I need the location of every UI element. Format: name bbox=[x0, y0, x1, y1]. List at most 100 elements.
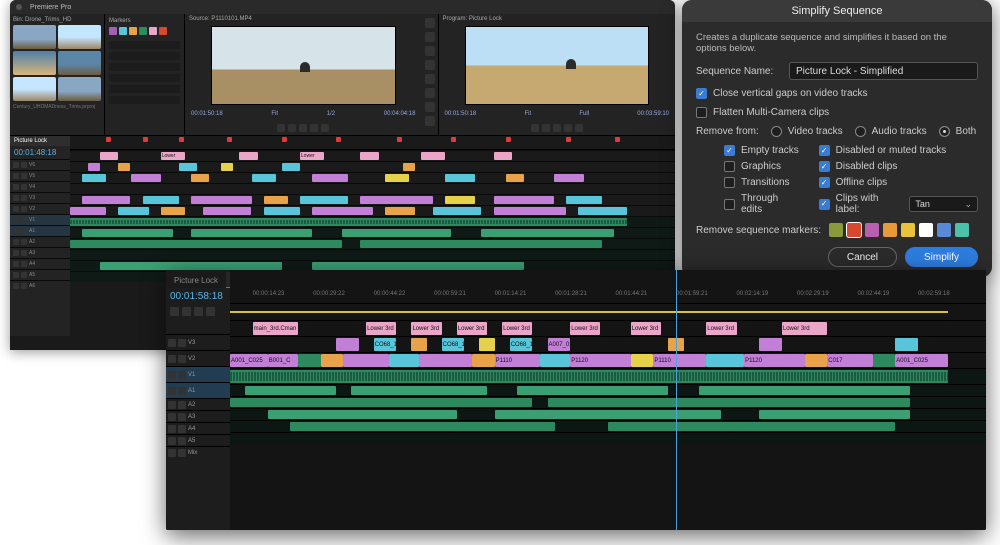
bin-thumbnail[interactable] bbox=[13, 25, 56, 49]
clip[interactable] bbox=[479, 338, 494, 351]
offline-clips-checkbox[interactable]: Offline clips bbox=[819, 177, 978, 188]
program-fit[interactable]: Fit bbox=[524, 111, 531, 117]
tab-picture-lock[interactable]: Picture Lock bbox=[166, 273, 226, 288]
clip[interactable]: A001_C025 bbox=[895, 354, 948, 367]
clip[interactable] bbox=[411, 338, 426, 351]
track-a5[interactable] bbox=[230, 420, 986, 432]
project-panel[interactable]: Bin: Drone_Trims_HD Century_UHDMADness_T… bbox=[10, 14, 105, 135]
clip[interactable]: CO68_10 bbox=[510, 338, 533, 351]
clip[interactable]: Lower 3rd Name bbox=[782, 322, 827, 335]
razor-tool-icon[interactable] bbox=[425, 60, 435, 70]
clip[interactable]: P1110 bbox=[653, 354, 706, 367]
clip[interactable]: main_3rd.Cman bbox=[253, 322, 298, 335]
disabled-clips-checkbox[interactable]: Disabled clips bbox=[819, 161, 978, 172]
clip[interactable]: Lower 3rd bbox=[631, 322, 661, 335]
program-viewport[interactable] bbox=[465, 26, 650, 105]
clip[interactable]: A007_01 bbox=[548, 338, 571, 351]
playhead[interactable] bbox=[676, 270, 677, 530]
track-select-icon[interactable] bbox=[425, 32, 435, 42]
transport-controls[interactable] bbox=[277, 124, 329, 132]
clip[interactable]: P1110 bbox=[495, 354, 540, 367]
timeline2-timecode[interactable]: 00:01:58:18 bbox=[166, 288, 230, 305]
sequence-name-input[interactable]: Picture Lock - Simplified bbox=[789, 62, 978, 80]
clip[interactable] bbox=[389, 354, 419, 367]
track-v3[interactable]: main_3rd.Cman Lower 3rd Lower 3rd Lower … bbox=[230, 320, 986, 336]
clips-with-label-checkbox[interactable]: Clips with label: Tan bbox=[819, 193, 978, 215]
type-tool-icon[interactable] bbox=[425, 116, 435, 126]
work-area-bar[interactable] bbox=[230, 311, 948, 313]
clip[interactable] bbox=[343, 354, 388, 367]
clip[interactable]: C017 bbox=[827, 354, 872, 367]
remove-from-video-radio[interactable]: Video tracks bbox=[771, 126, 843, 137]
clip[interactable] bbox=[419, 354, 472, 367]
track-a3[interactable] bbox=[230, 396, 986, 408]
source-viewport[interactable] bbox=[211, 26, 396, 105]
timeline-tool-icons[interactable] bbox=[166, 305, 230, 318]
track-v1[interactable]: A001_C025 B001_C P1110 P1120 P1110 P1120… bbox=[230, 352, 986, 368]
program-monitor[interactable]: Program: Picture Lock 00:01:50:18 Fit Fu… bbox=[439, 14, 676, 135]
clip[interactable]: Lower 3rd bbox=[570, 322, 600, 335]
label-swatches[interactable] bbox=[109, 27, 180, 35]
source-fit[interactable]: Fit bbox=[271, 111, 278, 117]
track-a2[interactable] bbox=[230, 384, 986, 396]
traffic-light-icon[interactable] bbox=[16, 4, 22, 10]
bin-thumbnail[interactable] bbox=[13, 77, 56, 101]
clip[interactable]: P1120 bbox=[744, 354, 804, 367]
simplified-timeline-panel[interactable]: Picture Lock Picture Lock - Simplified 0… bbox=[166, 270, 986, 530]
bin-thumbnail[interactable] bbox=[13, 51, 56, 75]
time-ruler[interactable] bbox=[70, 136, 675, 150]
bin-thumbnail[interactable] bbox=[58, 77, 101, 101]
clip[interactable] bbox=[805, 354, 828, 367]
pen-tool-icon[interactable] bbox=[425, 88, 435, 98]
clip[interactable] bbox=[631, 354, 654, 367]
clip[interactable] bbox=[472, 354, 495, 367]
flatten-multicam-checkbox[interactable]: Flatten Multi-Camera clips bbox=[696, 107, 978, 118]
clip[interactable] bbox=[321, 354, 344, 367]
remove-from-audio-radio[interactable]: Audio tracks bbox=[855, 126, 927, 137]
cancel-button[interactable]: Cancel bbox=[828, 247, 897, 267]
disabled-muted-tracks-checkbox[interactable]: Disabled or muted tracks bbox=[819, 145, 978, 156]
ripple-edit-icon[interactable] bbox=[425, 46, 435, 56]
clip[interactable] bbox=[540, 354, 570, 367]
clip[interactable]: Lower 3rd bbox=[502, 322, 532, 335]
close-gaps-checkbox[interactable]: Close vertical gaps on video tracks bbox=[696, 88, 978, 99]
source-playback[interactable]: 1/2 bbox=[327, 111, 335, 117]
track-mix[interactable] bbox=[230, 432, 986, 444]
clip[interactable]: Lower 3rd bbox=[457, 322, 487, 335]
transitions-checkbox[interactable]: Transitions bbox=[724, 177, 801, 188]
clip[interactable]: Lower 3rd bbox=[706, 322, 736, 335]
selection-tool-icon[interactable] bbox=[425, 18, 435, 28]
transport-controls[interactable] bbox=[531, 124, 583, 132]
tools-panel[interactable] bbox=[422, 14, 438, 135]
clip[interactable]: Lower 3rd bbox=[366, 322, 396, 335]
time-ruler[interactable]: 00:00:14:23 00:00:29:22 00:00:44:22 00:0… bbox=[230, 288, 986, 304]
remove-from-both-radio[interactable]: Both bbox=[939, 126, 977, 137]
clip[interactable]: A001_C025 bbox=[230, 354, 268, 367]
clip[interactable] bbox=[873, 354, 896, 367]
hand-tool-icon[interactable] bbox=[425, 102, 435, 112]
program-tab[interactable]: Program: Picture Lock bbox=[439, 14, 676, 24]
track-v2[interactable]: CO68_101 CO68_103 CO68_10 A007_01 bbox=[230, 336, 986, 352]
clip[interactable] bbox=[759, 338, 782, 351]
clip[interactable]: CO68_101 bbox=[374, 338, 397, 351]
marker-color-swatches[interactable] bbox=[829, 223, 969, 237]
track-a4[interactable] bbox=[230, 408, 986, 420]
program-playback[interactable]: Full bbox=[579, 111, 589, 117]
clip[interactable] bbox=[298, 354, 321, 367]
clip[interactable] bbox=[336, 338, 359, 351]
sequence-tab[interactable]: Picture Lock bbox=[10, 136, 70, 146]
simplify-button[interactable]: Simplify bbox=[905, 247, 978, 267]
clip[interactable]: P1120 bbox=[570, 354, 630, 367]
bin-thumbnail[interactable] bbox=[58, 51, 101, 75]
markers-panel[interactable]: Markers bbox=[105, 14, 185, 135]
clip[interactable]: Lower 3rd bbox=[411, 322, 441, 335]
label-color-select[interactable]: Tan bbox=[909, 196, 978, 212]
graphics-checkbox[interactable]: Graphics bbox=[724, 161, 801, 172]
clip[interactable] bbox=[706, 354, 744, 367]
clip[interactable] bbox=[895, 338, 918, 351]
bin-thumbnail[interactable] bbox=[58, 25, 101, 49]
clip[interactable]: CO68_103 bbox=[442, 338, 465, 351]
source-tab[interactable]: Source: P1110101.MP4 bbox=[185, 14, 422, 24]
timeline-timecode[interactable]: 00:01:48:18 bbox=[10, 146, 70, 159]
track-a1[interactable] bbox=[230, 368, 986, 384]
